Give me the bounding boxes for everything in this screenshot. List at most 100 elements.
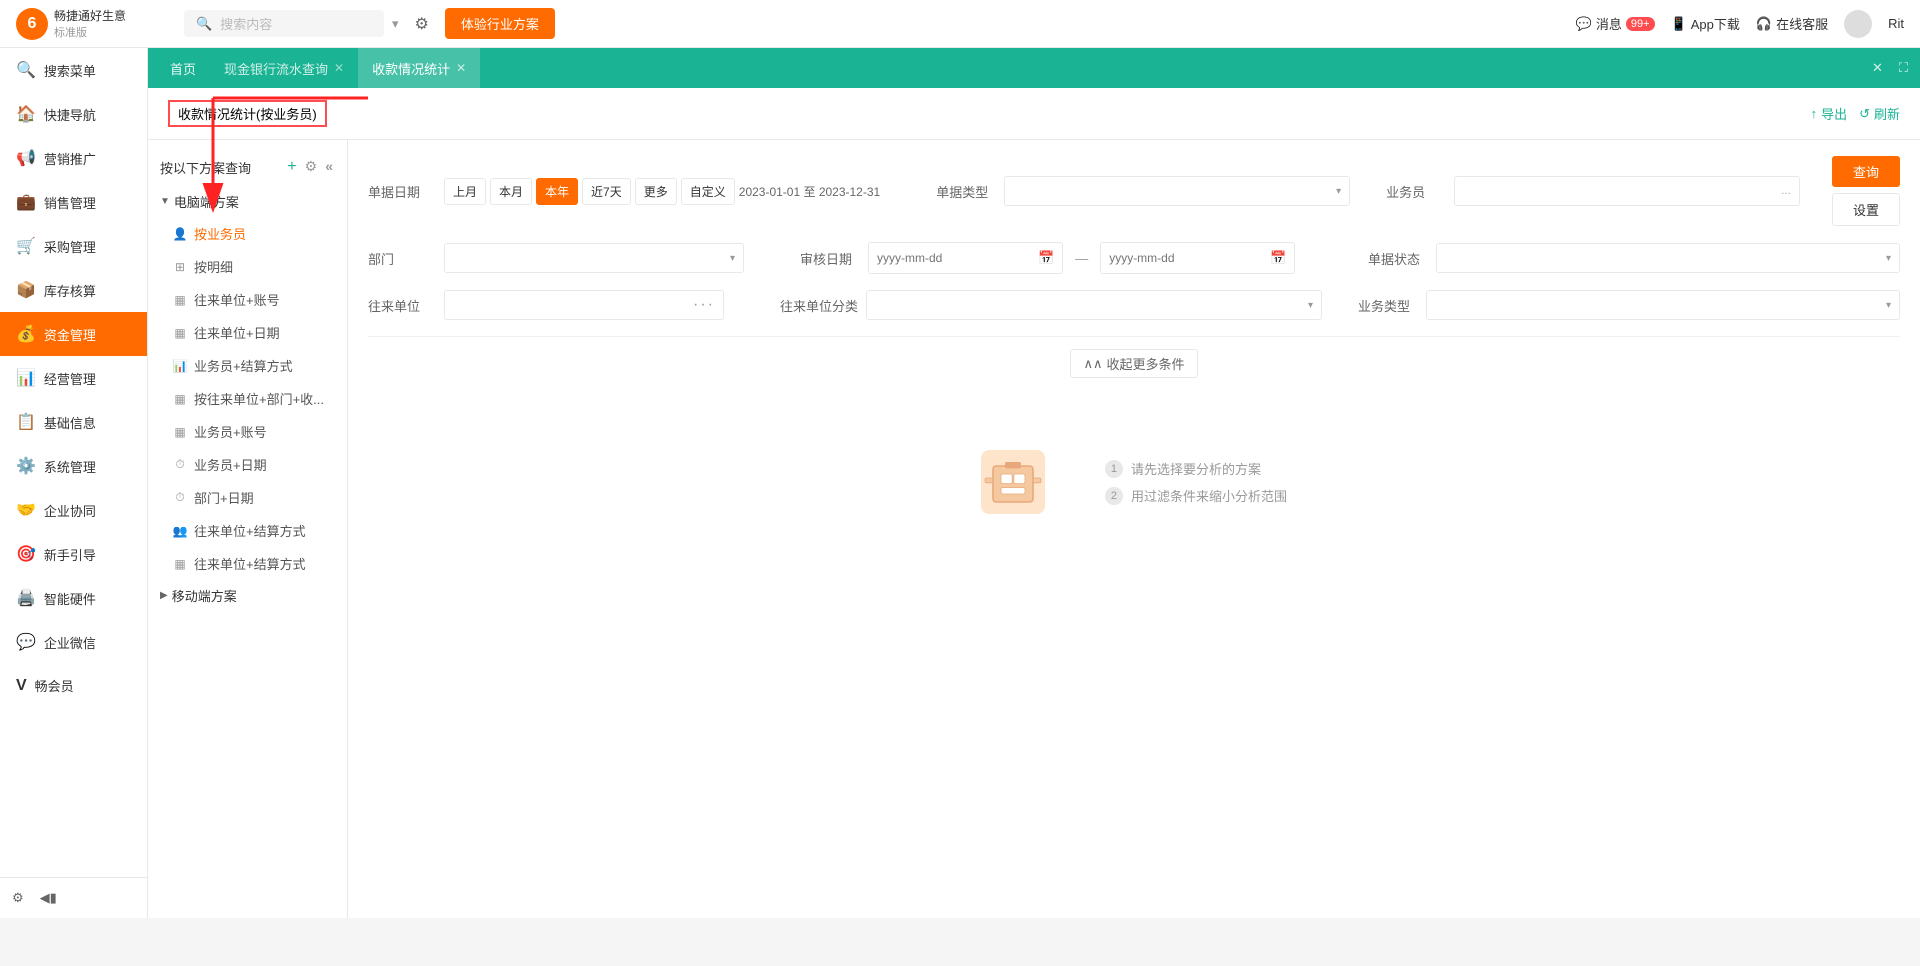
tab-close-cashflow[interactable]: ✕: [334, 61, 344, 75]
scheme-item-salesperson-settlement[interactable]: 📊 业务员+结算方式: [148, 349, 347, 382]
scheme-item-counterpart-settlement-2[interactable]: ▦ 往来单位+结算方式: [148, 547, 347, 580]
person-icon: 👤: [172, 226, 188, 242]
collapse-trigger[interactable]: ∧∧ 收起更多条件: [1070, 349, 1197, 378]
scheme-item-by-salesperson[interactable]: 👤 按业务员: [148, 217, 347, 250]
group-icon: 👥: [172, 523, 188, 539]
step-num-1: 1: [1105, 460, 1123, 478]
sidebar-item-operations[interactable]: 📊 经营管理: [0, 356, 147, 400]
online-service-btn[interactable]: 🎧 在线客服: [1756, 14, 1828, 33]
review-date-from-input[interactable]: [877, 251, 1032, 265]
sidebar-item-system[interactable]: ⚙️ 系统管理: [0, 444, 147, 488]
doc-status-label: 单据状态: [1368, 249, 1428, 268]
app-download-btn[interactable]: 📱 App下载: [1671, 14, 1740, 33]
biz-type-select[interactable]: ▾: [1426, 290, 1900, 320]
tab-home[interactable]: 首页: [156, 48, 210, 88]
filter-panel-inner: 单据日期 上月 本月 本年 近7天 更多 自定义 2023-01-01 至 20…: [368, 156, 1900, 390]
member-icon: V: [16, 677, 27, 695]
doc-status-chevron: ▾: [1886, 253, 1891, 264]
collab-icon: 🤝: [16, 500, 36, 520]
sidebar-item-basic[interactable]: 📋 基础信息: [0, 400, 147, 444]
finance-icon: 💰: [16, 324, 36, 344]
basic-icon: 📋: [16, 412, 36, 432]
doc-status-select[interactable]: ▾: [1436, 243, 1900, 273]
sidebar-item-hardware[interactable]: 🖨️ 智能硬件: [0, 576, 147, 620]
date-label: 单据日期: [368, 182, 428, 201]
search-icon: 🔍: [196, 16, 212, 32]
date-btn-group: 上月 本月 本年 近7天 更多 自定义 2023-01-01 至 2023-12…: [444, 178, 880, 205]
export-btn[interactable]: ↑ 导出: [1811, 104, 1848, 123]
sidebar-item-wechat[interactable]: 💬 企业微信: [0, 620, 147, 664]
chevron-down-icon[interactable]: ▾: [392, 16, 399, 32]
notification-badge: 99+: [1626, 17, 1655, 31]
calendar-icon-1[interactable]: 📅: [1038, 250, 1054, 266]
sidebar-item-sales[interactable]: 💼 销售管理: [0, 180, 147, 224]
collapse-scheme-btn[interactable]: «: [323, 156, 335, 178]
scheme-group-mobile[interactable]: ▶ 移动端方案: [148, 580, 347, 611]
counterpart-label: 往来单位: [368, 296, 428, 315]
date-btn-more[interactable]: 更多: [635, 178, 677, 205]
doc-type-select[interactable]: ▾: [1004, 176, 1350, 206]
system-icon: ⚙️: [16, 456, 36, 476]
scheme-item-salesperson-account[interactable]: ▦ 业务员+账号: [148, 415, 347, 448]
date-range-display: 2023-01-01 至 2023-12-31: [739, 183, 880, 200]
scheme-group-desktop[interactable]: ▼ 电脑端方案: [148, 186, 347, 217]
user-avatar[interactable]: [1844, 10, 1872, 38]
sidebar-item-guide[interactable]: 🎯 新手引导: [0, 532, 147, 576]
sidebar-item-quicknav[interactable]: 🏠 快捷导航: [0, 92, 147, 136]
brand-name: 畅捷通好生意: [54, 7, 126, 24]
tab-cashflow[interactable]: 现金银行流水查询 ✕: [210, 48, 358, 88]
sales-rep-select[interactable]: …: [1454, 176, 1800, 206]
scheme-item-dept-date[interactable]: ⏱ 部门+日期: [148, 481, 347, 514]
scheme-item-counterpart-account[interactable]: ▦ 往来单位+账号: [148, 283, 347, 316]
table-icon-1: ▦: [172, 292, 188, 308]
query-btn[interactable]: 查询: [1832, 156, 1900, 187]
review-date-to-input[interactable]: [1109, 251, 1264, 265]
scheme-item-salesperson-date[interactable]: ⏱ 业务员+日期: [148, 448, 347, 481]
sidebar-item-collab[interactable]: 🤝 企业协同: [0, 488, 147, 532]
tab-close-receipts[interactable]: ✕: [456, 61, 466, 75]
counterpart-dots-btn[interactable]: ···: [693, 296, 715, 314]
gear-btn[interactable]: ⚙: [415, 14, 429, 34]
scheme-item-by-counterpart-dept[interactable]: ▦ 按往来单位+部门+收...: [148, 382, 347, 415]
settings-scheme-btn[interactable]: ⚙: [303, 156, 320, 178]
tab-maximize-btn[interactable]: ⛶: [1895, 56, 1912, 80]
sidebar-item-finance[interactable]: 💰 资金管理: [0, 312, 147, 356]
refresh-btn[interactable]: ↺ 刷新: [1859, 104, 1900, 123]
scheme-item-counterpart-date[interactable]: ▦ 往来单位+日期: [148, 316, 347, 349]
trial-button[interactable]: 体验行业方案: [445, 8, 555, 39]
counterpart-type-chevron: ▾: [1308, 300, 1313, 311]
sidebar-item-search[interactable]: 🔍 搜索菜单: [0, 48, 147, 92]
collapse-sidebar-btn[interactable]: ◀▮: [36, 886, 61, 910]
filter-row-2: 部门 ▾ 审核日期 📅 — 📅: [368, 242, 1900, 274]
tab-receipts[interactable]: 收款情况统计 ✕: [358, 48, 480, 88]
scheme-panel-actions: + ⚙ «: [285, 156, 335, 178]
date-btn-custom[interactable]: 自定义: [681, 178, 735, 205]
table-icon-5: ▦: [172, 556, 188, 572]
review-date-to[interactable]: 📅: [1100, 242, 1295, 274]
date-btn-last-month[interactable]: 上月: [444, 178, 486, 205]
date-btn-7days[interactable]: 近7天: [582, 178, 631, 205]
settings-bottom-btn[interactable]: ⚙: [8, 886, 28, 910]
empty-steps: 1 请先选择要分析的方案 2 用过滤条件来缩小分析范围: [1105, 459, 1287, 505]
notification-btn[interactable]: 💬 消息 99+: [1576, 14, 1655, 33]
sidebar-item-marketing[interactable]: 📢 营销推广: [0, 136, 147, 180]
dept-select[interactable]: ▾: [444, 243, 744, 273]
date-btn-this-month[interactable]: 本月: [490, 178, 532, 205]
add-scheme-btn[interactable]: +: [285, 156, 298, 178]
settings-filter-btn[interactable]: 设置: [1832, 193, 1900, 226]
sidebar-item-member[interactable]: V 畅会员: [0, 664, 147, 707]
sidebar-item-inventory[interactable]: 📦 库存核算: [0, 268, 147, 312]
header-search: 🔍 搜索内容: [184, 10, 384, 37]
date-btn-this-year[interactable]: 本年: [536, 178, 578, 205]
counterpart-input[interactable]: ···: [444, 290, 724, 320]
table-icon-3: ▦: [172, 391, 188, 407]
counterpart-type-select[interactable]: ▾: [866, 290, 1322, 320]
review-date-from[interactable]: 📅: [868, 242, 1063, 274]
calendar-icon-2[interactable]: 📅: [1270, 250, 1286, 266]
scheme-item-counterpart-settlement-1[interactable]: 👥 往来单位+结算方式: [148, 514, 347, 547]
tab-close-all-btn[interactable]: ✕: [1868, 56, 1887, 80]
wechat-icon: 💬: [16, 632, 36, 652]
sidebar-item-purchase[interactable]: 🛒 采购管理: [0, 224, 147, 268]
empty-step-2: 2 用过滤条件来缩小分析范围: [1105, 486, 1287, 505]
scheme-item-by-detail[interactable]: ⊞ 按明细: [148, 250, 347, 283]
